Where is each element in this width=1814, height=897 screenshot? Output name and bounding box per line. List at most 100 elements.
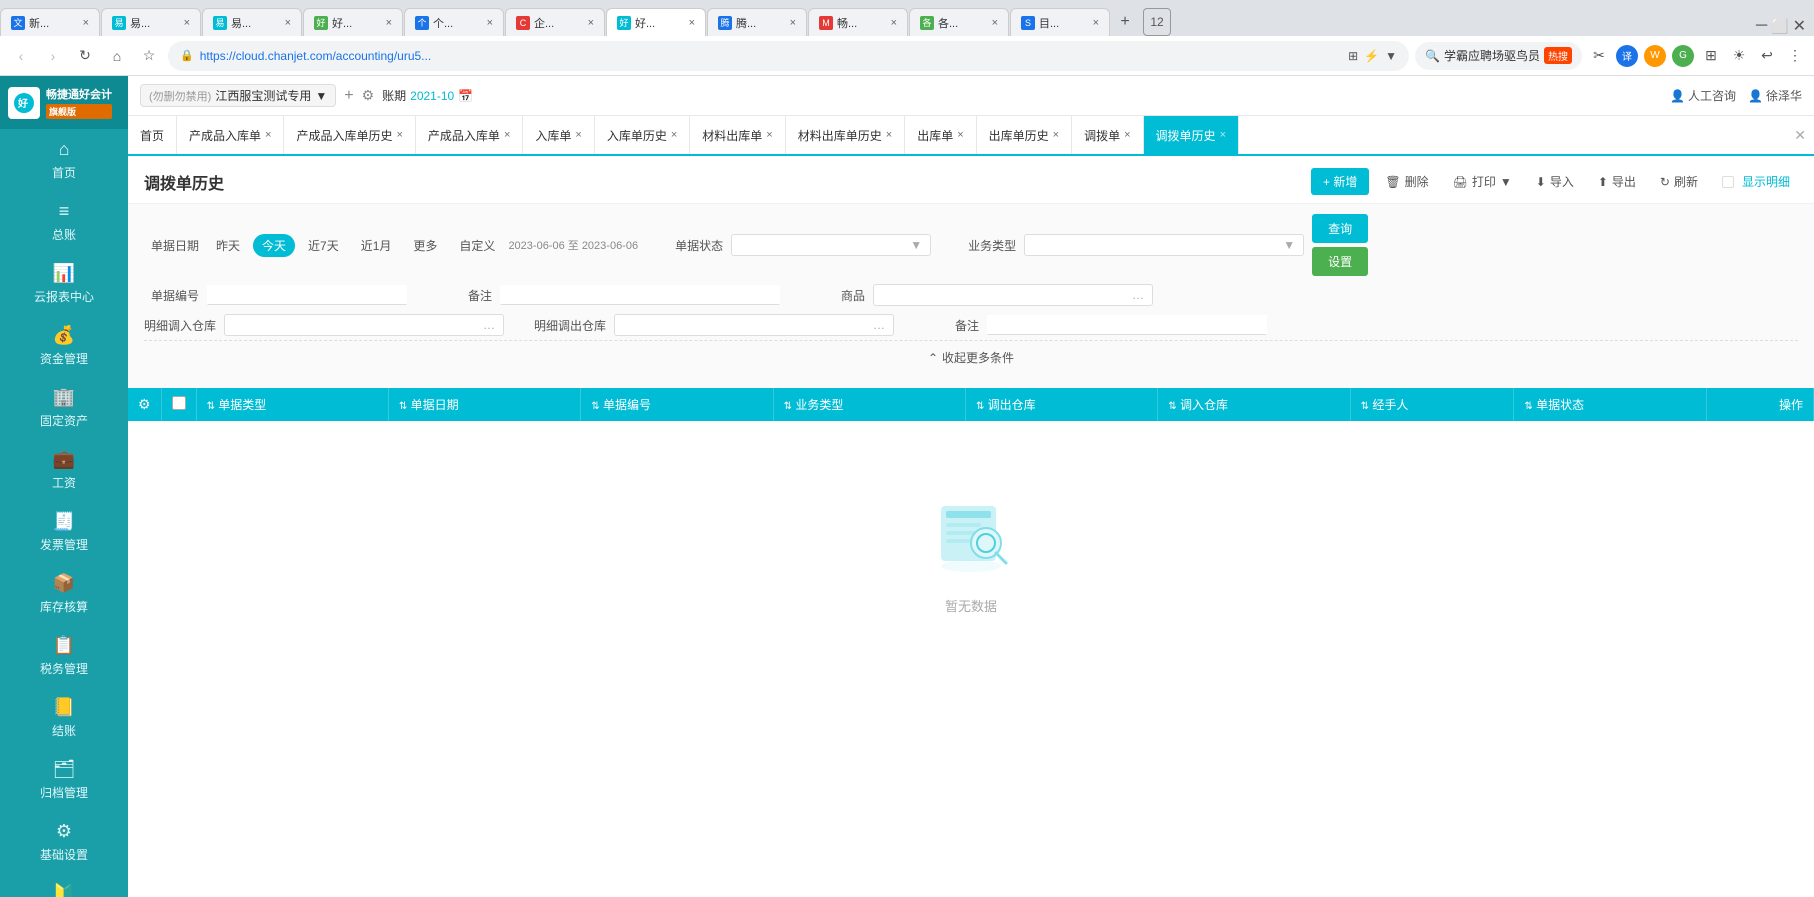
tab-close-material-out-hist[interactable]: ×: [886, 129, 892, 141]
browser-tab-11[interactable]: S 目... ×: [1010, 8, 1110, 36]
bookmark-button[interactable]: ☆: [136, 43, 162, 69]
refresh-button[interactable]: ↻: [72, 43, 98, 69]
translate-icon[interactable]: 译: [1616, 45, 1638, 67]
show-cols-button[interactable]: 显示明细: [1714, 169, 1798, 194]
tab-close-transfer-hist[interactable]: ×: [1220, 129, 1226, 141]
tab-close-2[interactable]: ×: [184, 17, 190, 29]
browser-tab-4[interactable]: 好 好... ×: [303, 8, 403, 36]
tab-material-out[interactable]: 材料出库单 ×: [690, 116, 785, 155]
query-button[interactable]: 查询: [1312, 214, 1368, 243]
browser-tab-2[interactable]: 易 易... ×: [101, 8, 201, 36]
detail-out-select[interactable]: …: [614, 314, 894, 336]
table-header-checkbox[interactable]: [161, 388, 196, 421]
service-button[interactable]: 👤 人工咨询: [1670, 87, 1736, 104]
remark2-input[interactable]: [987, 315, 1267, 335]
tab-out-order-hist[interactable]: 出库单历史 ×: [977, 116, 1072, 155]
sidebar-item-invoice[interactable]: 🧾 发票管理: [0, 501, 128, 563]
tab-close-product-in[interactable]: ×: [265, 129, 271, 141]
company-settings-icon[interactable]: ⚙: [362, 87, 375, 104]
tab-close-11[interactable]: ×: [1093, 17, 1099, 29]
browser-tab-9[interactable]: M 畅... ×: [808, 8, 908, 36]
address-bar[interactable]: 🔒 https://cloud.chanjet.com/accounting/u…: [168, 41, 1409, 71]
settings-filter-button[interactable]: 设置: [1312, 247, 1368, 276]
sidebar-item-ledger[interactable]: ≡ 总账: [0, 191, 128, 253]
delete-button[interactable]: 🗑 删除: [1377, 169, 1436, 194]
company-selector[interactable]: (勿删勿禁用) 江西服宝测试专用 ▼: [140, 84, 336, 107]
sidebar-item-tax[interactable]: 📋 税务管理: [0, 625, 128, 687]
sidebar-item-stock[interactable]: 📦 库存核算: [0, 563, 128, 625]
table-header-biz-type[interactable]: ⇅ 业务类型: [773, 388, 965, 421]
close-all-tabs-icon[interactable]: ✕: [1794, 127, 1806, 144]
maximize-button[interactable]: ⬜: [1771, 18, 1788, 35]
tab-close-product-in2[interactable]: ×: [504, 129, 510, 141]
tab-in-order-hist[interactable]: 入库单历史 ×: [595, 116, 690, 155]
tab-material-out-hist[interactable]: 材料出库单历史 ×: [786, 116, 905, 155]
back-button[interactable]: ‹: [8, 43, 34, 69]
detail-out-more-icon[interactable]: …: [873, 318, 885, 332]
tab-close-in-order-hist[interactable]: ×: [671, 129, 677, 141]
tab-product-in2[interactable]: 产成品入库单 ×: [416, 116, 523, 155]
week-btn[interactable]: 近7天: [299, 234, 348, 257]
detail-in-select[interactable]: …: [224, 314, 504, 336]
browser-tab-1[interactable]: 文 新... ×: [0, 8, 100, 36]
biz-type-select[interactable]: ▼: [1024, 234, 1304, 256]
browser-tab-8[interactable]: 腾 腾... ×: [707, 8, 807, 36]
table-header-doc-date[interactable]: ⇅ 单据日期: [388, 388, 580, 421]
tab-close-10[interactable]: ×: [992, 17, 998, 29]
apps-icon[interactable]: ⊞: [1700, 45, 1722, 67]
print-button[interactable]: 🖨 打印 ▼: [1445, 169, 1520, 194]
browser-tab-7[interactable]: 好 好... ×: [606, 8, 706, 36]
import-button[interactable]: ⬇ 导入: [1528, 169, 1582, 194]
tab-close-3[interactable]: ×: [285, 17, 291, 29]
table-header-handler[interactable]: ⇅ 经手人: [1350, 388, 1514, 421]
export-button[interactable]: ⬆ 导出: [1590, 169, 1644, 194]
tab-transfer[interactable]: 调拨单 ×: [1072, 116, 1143, 155]
tab-count-badge[interactable]: 12: [1143, 8, 1171, 36]
tab-close-out-order[interactable]: ×: [957, 129, 963, 141]
sidebar-item-asset[interactable]: 🏢 固定资产: [0, 377, 128, 439]
collapse-button[interactable]: ⌃ 收起更多条件: [916, 345, 1026, 370]
close-button[interactable]: ✕: [1793, 16, 1806, 36]
calendar-icon[interactable]: 📅: [458, 89, 473, 103]
month-btn[interactable]: 近1月: [352, 234, 401, 257]
today-btn[interactable]: 今天: [253, 234, 295, 257]
browser-search[interactable]: 🔍 学霸应聘场驱鸟员 热搜: [1415, 42, 1582, 70]
tab-close-6[interactable]: ×: [588, 17, 594, 29]
show-cols-checkbox[interactable]: [1722, 176, 1734, 188]
sidebar-item-home[interactable]: ⌂ 首页: [0, 129, 128, 191]
tab-close-transfer[interactable]: ×: [1124, 129, 1130, 141]
table-header-out-warehouse[interactable]: ⇅ 调出仓库: [965, 388, 1157, 421]
minimize-button[interactable]: ─: [1756, 17, 1767, 35]
sidebar-item-fund[interactable]: 💰 资金管理: [0, 315, 128, 377]
more-icon[interactable]: ⋮: [1784, 45, 1806, 67]
undo-icon[interactable]: ↩: [1756, 45, 1778, 67]
tab-close-material-out[interactable]: ×: [766, 129, 772, 141]
user-avatar[interactable]: 👤 徐泽华: [1748, 87, 1802, 104]
yesterday-btn[interactable]: 昨天: [207, 234, 249, 257]
tab-close-5[interactable]: ×: [487, 17, 493, 29]
new-button[interactable]: + 新增: [1311, 168, 1369, 195]
tab-in-order[interactable]: 入库单 ×: [523, 116, 594, 155]
tab-close-out-order-hist[interactable]: ×: [1053, 129, 1059, 141]
table-header-doc-type[interactable]: ⇅ 单据类型: [196, 388, 388, 421]
new-tab-button[interactable]: +: [1111, 8, 1139, 36]
table-header-gear[interactable]: ⚙: [128, 388, 161, 421]
home-button[interactable]: ⌂: [104, 43, 130, 69]
add-company-button[interactable]: +: [344, 87, 353, 105]
table-header-doc-status[interactable]: ⇅ 单据状态: [1514, 388, 1706, 421]
tab-product-in-hist[interactable]: 产成品入库单历史 ×: [284, 116, 415, 155]
table-header-doc-no[interactable]: ⇅ 单据编号: [581, 388, 773, 421]
wallet-icon[interactable]: W: [1644, 45, 1666, 67]
tab-close-9[interactable]: ×: [891, 17, 897, 29]
tab-out-order[interactable]: 出库单 ×: [905, 116, 976, 155]
tab-transfer-hist[interactable]: 调拨单历史 ×: [1144, 116, 1239, 155]
sidebar-item-close[interactable]: 📒 结账: [0, 687, 128, 749]
detail-in-more-icon[interactable]: …: [483, 318, 495, 332]
sidebar-item-archive[interactable]: 🗂 归档管理: [0, 749, 128, 811]
print-dropdown-icon[interactable]: ▼: [1500, 175, 1512, 189]
tab-home[interactable]: 首页: [128, 116, 177, 155]
browser-tab-3[interactable]: 易 易... ×: [202, 8, 302, 36]
tab-product-in[interactable]: 产成品入库单 ×: [177, 116, 284, 155]
browser-tab-6[interactable]: C 企... ×: [505, 8, 605, 36]
forward-button[interactable]: ›: [40, 43, 66, 69]
